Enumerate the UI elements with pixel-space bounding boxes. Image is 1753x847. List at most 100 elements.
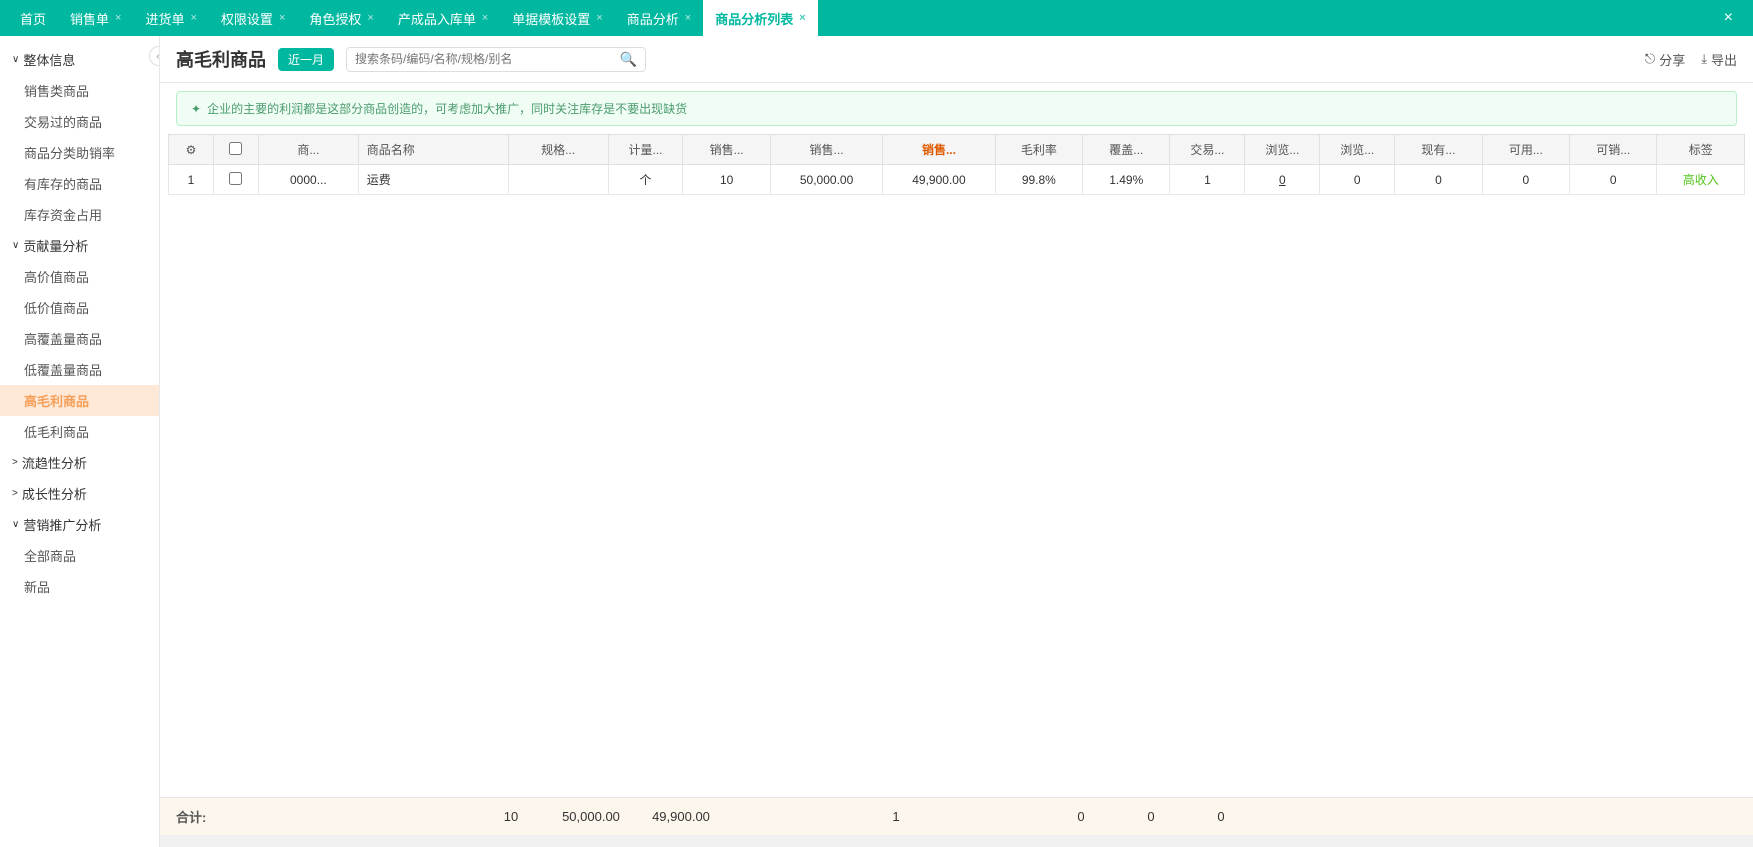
footer-values: 10 50,000.00 49,900.00 1 0 0 0 — [256, 809, 1737, 824]
col-header-gross-rate[interactable]: 毛利率 — [995, 135, 1082, 165]
table-footer: 合计: 10 50,000.00 49,900.00 1 0 0 0 — [160, 797, 1753, 835]
nav-sales-order[interactable]: 销售单 × — [58, 0, 133, 36]
nav-product-analysis[interactable]: 商品分析 × — [615, 0, 703, 36]
sidebar-item-in-stock-goods[interactable]: 有库存的商品 — [0, 168, 159, 199]
sidebar-item-new-goods[interactable]: 新品 — [0, 571, 159, 602]
export-button[interactable]: ⤓ 导出 — [1701, 50, 1737, 69]
search-icon[interactable]: 🔍 — [620, 51, 637, 68]
select-all-checkbox[interactable] — [229, 142, 242, 155]
cell-sales-profit: 49,900.00 — [883, 165, 995, 195]
nav-permission-setting[interactable]: 权限设置 × — [209, 0, 297, 36]
window-close-button[interactable]: × — [1712, 9, 1745, 27]
close-role-auth[interactable]: × — [367, 12, 373, 24]
info-icon: ✦ — [191, 102, 201, 116]
col-header-trade[interactable]: 交易... — [1170, 135, 1245, 165]
nav-home[interactable]: 首页 — [8, 0, 58, 36]
page-title: 高毛利商品 — [176, 46, 266, 72]
close-product-inbound[interactable]: × — [482, 12, 488, 24]
nav-role-auth[interactable]: 角色授权 × — [297, 0, 385, 36]
search-input[interactable] — [355, 52, 620, 66]
footer-stock-qty: 0 — [1046, 809, 1116, 824]
cell-spec — [508, 165, 608, 195]
share-button[interactable]: ⎋ 分享 — [1645, 50, 1685, 69]
sidebar-item-all-goods[interactable]: 全部商品 — [0, 540, 159, 571]
col-header-code[interactable]: 商... — [258, 135, 358, 165]
header-actions: ⎋ 分享 ⤓ 导出 — [1645, 50, 1737, 69]
cell-check[interactable] — [213, 165, 258, 195]
search-box: 🔍 — [346, 47, 646, 72]
sidebar-group-growth[interactable]: > 成长性分析 — [0, 478, 159, 509]
info-banner: ✦ 企业的主要的利润都是这部分商品创造的，可考虑加大推广，同时关注库存是不要出现… — [176, 91, 1737, 126]
col-header-settings[interactable]: ⚙ — [169, 135, 214, 165]
sidebar-item-low-margin[interactable]: 低毛利商品 — [0, 416, 159, 447]
col-header-unit[interactable]: 计量... — [608, 135, 683, 165]
sidebar-item-traded-goods[interactable]: 交易过的商品 — [0, 106, 159, 137]
col-header-browse1[interactable]: 浏览... — [1245, 135, 1320, 165]
settings-icon: ⚙ — [186, 143, 197, 157]
footer-avail-qty: 0 — [1116, 809, 1186, 824]
close-permission-setting[interactable]: × — [279, 12, 285, 24]
col-header-spec[interactable]: 规格... — [508, 135, 608, 165]
sidebar-group-trend[interactable]: > 流趋性分析 — [0, 447, 159, 478]
cell-name: 运费 — [358, 165, 508, 195]
nav-template-setting[interactable]: 单据模板设置 × — [500, 0, 614, 36]
cell-unit: 个 — [608, 165, 683, 195]
nav-product-analysis-list[interactable]: 商品分析列表 × — [703, 0, 817, 36]
col-header-tag[interactable]: 标签 — [1657, 135, 1745, 165]
filter-recent-month-button[interactable]: 近一月 — [278, 48, 334, 71]
sidebar-group-overall[interactable]: ∨ 整体信息 — [0, 44, 159, 75]
sidebar-item-category-sales-rate[interactable]: 商品分类助销率 — [0, 137, 159, 168]
footer-sales-profit: 49,900.00 — [636, 809, 726, 824]
close-product-analysis[interactable]: × — [685, 12, 691, 24]
col-header-avail-qty[interactable]: 可用... — [1482, 135, 1569, 165]
table-header-row: ⚙ 商... 商品名称 规格... — [169, 135, 1745, 165]
col-header-sales-profit[interactable]: 销售... — [883, 135, 995, 165]
close-product-analysis-list[interactable]: × — [799, 12, 805, 24]
cell-avail-qty: 0 — [1482, 165, 1569, 195]
table-row: 1 0000... 运费 个 10 50,000.00 49,900.00 99… — [169, 165, 1745, 195]
cell-stock-qty: 0 — [1395, 165, 1482, 195]
close-template-setting[interactable]: × — [596, 12, 602, 24]
arrow-contribution: ∨ — [12, 240, 19, 251]
top-nav-right: × — [1712, 9, 1745, 27]
col-header-name[interactable]: 商品名称 — [358, 135, 508, 165]
arrow-overall: ∨ — [12, 54, 19, 65]
horizontal-scrollbar[interactable] — [160, 835, 1753, 847]
sidebar-item-high-coverage[interactable]: 高覆盖量商品 — [0, 323, 159, 354]
sidebar-item-stock-capital[interactable]: 库存资金占用 — [0, 199, 159, 230]
close-sales-order[interactable]: × — [115, 12, 121, 24]
sidebar-item-low-value[interactable]: 低价值商品 — [0, 292, 159, 323]
col-header-check[interactable] — [213, 135, 258, 165]
cell-code: 0000... — [258, 165, 358, 195]
content-header: 高毛利商品 近一月 🔍 ⎋ 分享 ⤓ 导出 — [160, 36, 1753, 83]
col-header-sales-qty[interactable]: 销售... — [683, 135, 770, 165]
close-purchase-order[interactable]: × — [190, 12, 196, 24]
main-layout: « ∨ 整体信息 销售类商品 交易过的商品 商品分类助销率 有库存的商品 库存资… — [0, 36, 1753, 847]
nav-product-inbound[interactable]: 产成品入库单 × — [386, 0, 500, 36]
arrow-trend: > — [12, 457, 18, 468]
sidebar-group-contribution[interactable]: ∨ 贡献量分析 — [0, 230, 159, 261]
row-checkbox[interactable] — [229, 172, 242, 185]
arrow-marketing: ∨ — [12, 519, 19, 530]
col-header-stock-qty[interactable]: 现有... — [1395, 135, 1482, 165]
table-body: 1 0000... 运费 个 10 50,000.00 49,900.00 99… — [169, 165, 1745, 195]
sidebar-item-high-value[interactable]: 高价值商品 — [0, 261, 159, 292]
sidebar-group-marketing[interactable]: ∨ 营销推广分析 — [0, 509, 159, 540]
cell-tag: 高收入 — [1657, 165, 1745, 195]
footer-sales-qty: 10 — [476, 809, 546, 824]
col-header-coverage[interactable]: 覆盖... — [1083, 135, 1170, 165]
sidebar-item-high-margin[interactable]: 高毛利商品 — [0, 385, 159, 416]
cell-seq: 1 — [169, 165, 214, 195]
footer-sales-amt: 50,000.00 — [546, 809, 636, 824]
top-navigation: 首页 销售单 × 进货单 × 权限设置 × 角色授权 × 产成品入库单 × 单据… — [0, 0, 1753, 36]
sidebar-item-low-coverage[interactable]: 低覆盖量商品 — [0, 354, 159, 385]
footer-sale-qty: 0 — [1186, 809, 1256, 824]
nav-purchase-order[interactable]: 进货单 × — [133, 0, 208, 36]
cell-coverage: 1.49% — [1083, 165, 1170, 195]
col-header-browse2[interactable]: 浏览... — [1320, 135, 1395, 165]
cell-browse1[interactable]: 0 — [1245, 165, 1320, 195]
col-header-sales-amt[interactable]: 销售... — [770, 135, 882, 165]
data-table: ⚙ 商... 商品名称 规格... — [168, 134, 1745, 195]
col-header-sale-qty[interactable]: 可销... — [1570, 135, 1657, 165]
sidebar-item-sales-goods[interactable]: 销售类商品 — [0, 75, 159, 106]
